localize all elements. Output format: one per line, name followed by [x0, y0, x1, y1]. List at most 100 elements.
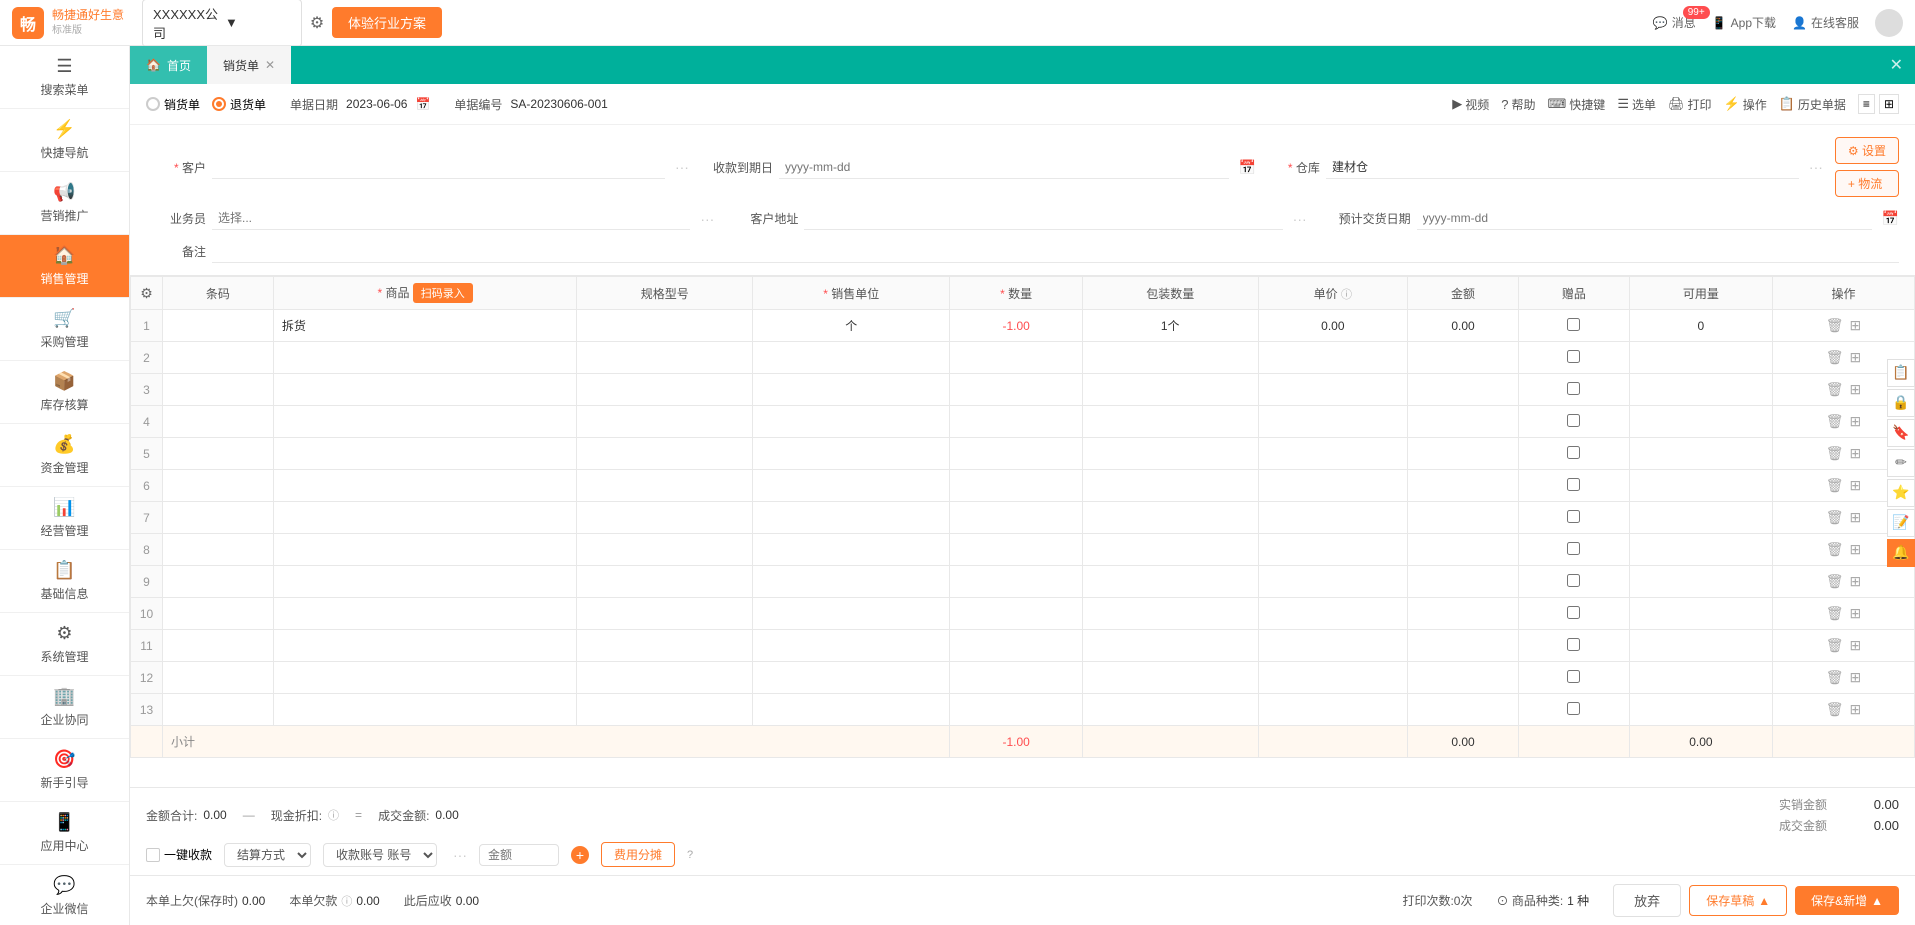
cell-amount[interactable]	[1408, 598, 1519, 630]
sidebar-item-ops[interactable]: 📊 经营管理	[0, 487, 129, 550]
cell-product[interactable]	[273, 598, 577, 630]
cell-unit[interactable]	[753, 566, 950, 598]
cell-amount[interactable]	[1408, 534, 1519, 566]
copy-icon[interactable]: ⊞	[1850, 637, 1862, 654]
cell-gift[interactable]	[1518, 310, 1629, 342]
float-btn-5[interactable]: ⭐	[1887, 479, 1915, 507]
cell-product[interactable]	[273, 662, 577, 694]
cell-amount[interactable]	[1408, 374, 1519, 406]
customer-addr-input[interactable]	[804, 207, 1282, 230]
cell-barcode[interactable]	[163, 310, 274, 342]
save-draft-dropdown-icon[interactable]: ▲	[1758, 894, 1770, 908]
sidebar-item-base[interactable]: 📋 基础信息	[0, 550, 129, 613]
logistics-button[interactable]: + 物流	[1835, 170, 1899, 197]
cell-gift[interactable]	[1518, 566, 1629, 598]
delete-icon[interactable]: 🗑	[1826, 573, 1844, 590]
cell-gift[interactable]	[1518, 630, 1629, 662]
delete-icon[interactable]: 🗑	[1826, 477, 1844, 494]
sidebar-item-marketing[interactable]: 📢 营销推广	[0, 172, 129, 235]
cell-barcode[interactable]	[163, 662, 274, 694]
copy-icon[interactable]: ⊞	[1850, 605, 1862, 622]
delivery-calendar-icon[interactable]: 📅	[1882, 210, 1899, 227]
sidebar-item-quick-nav[interactable]: ⚡ 快捷导航	[0, 109, 129, 172]
cell-product[interactable]	[273, 406, 577, 438]
cell-spec[interactable]	[577, 630, 753, 662]
delivery-date-input[interactable]	[1417, 207, 1872, 230]
cell-unit[interactable]	[753, 598, 950, 630]
cell-barcode[interactable]	[163, 566, 274, 598]
delete-icon[interactable]: 🗑	[1826, 541, 1844, 558]
th-settings[interactable]: ⚙	[131, 277, 163, 310]
delete-icon[interactable]: 🗑	[1826, 701, 1844, 718]
salesperson-input[interactable]	[212, 207, 690, 230]
cell-unit[interactable]	[753, 694, 950, 726]
cell-spec[interactable]	[577, 342, 753, 374]
float-btn-3[interactable]: 🔖	[1887, 419, 1915, 447]
sidebar-item-search-order[interactable]: ☰ 搜索菜单	[0, 46, 129, 109]
cell-gift[interactable]	[1518, 374, 1629, 406]
sidebar-item-wechat[interactable]: 💬 企业微信	[0, 865, 129, 925]
column-settings-icon[interactable]: ⚙	[140, 285, 153, 301]
cell-pkg-qty[interactable]	[1082, 438, 1258, 470]
float-btn-6[interactable]: 📝	[1887, 509, 1915, 537]
copy-icon[interactable]: ⊞	[1850, 573, 1862, 590]
cell-unit[interactable]	[753, 406, 950, 438]
cell-spec[interactable]	[577, 502, 753, 534]
cell-barcode[interactable]	[163, 374, 274, 406]
tab-close-icon[interactable]: ✕	[265, 58, 275, 72]
float-btn-orange[interactable]: 🔔	[1887, 539, 1915, 567]
expense-info-icon[interactable]: ?	[687, 849, 693, 861]
cell-unit-price[interactable]	[1258, 566, 1408, 598]
cell-gift[interactable]	[1518, 502, 1629, 534]
cell-product[interactable]	[273, 534, 577, 566]
warehouse-input[interactable]	[1326, 156, 1799, 179]
float-btn-1[interactable]: 📋	[1887, 359, 1915, 387]
cell-amount[interactable]	[1408, 438, 1519, 470]
warehouse-more-icon[interactable]: ···	[1809, 159, 1823, 175]
delete-icon[interactable]: 🗑	[1826, 445, 1844, 462]
copy-icon[interactable]: ⊞	[1850, 669, 1862, 686]
cell-qty[interactable]	[950, 630, 1082, 662]
app-download-button[interactable]: 📱 App下载	[1712, 14, 1776, 31]
cell-unit-price[interactable]	[1258, 406, 1408, 438]
date-calendar-icon[interactable]: 📅	[415, 97, 430, 111]
cell-unit[interactable]	[753, 534, 950, 566]
delete-icon[interactable]: 🗑	[1826, 605, 1844, 622]
delete-icon[interactable]: 🗑	[1826, 381, 1844, 398]
cell-spec[interactable]	[577, 662, 753, 694]
cell-barcode[interactable]	[163, 438, 274, 470]
unit-price-info-icon[interactable]: ⓘ	[1341, 289, 1352, 301]
sidebar-item-sales[interactable]: 🏠 销售管理	[0, 235, 129, 298]
cell-pkg-qty[interactable]	[1082, 374, 1258, 406]
add-button[interactable]: +	[571, 846, 589, 864]
cell-unit-price[interactable]	[1258, 342, 1408, 374]
cell-pkg-qty[interactable]	[1082, 598, 1258, 630]
cell-qty[interactable]	[950, 470, 1082, 502]
copy-icon[interactable]: ⊞	[1850, 381, 1862, 398]
cell-pkg-qty[interactable]	[1082, 502, 1258, 534]
company-selector[interactable]: XXXXXX公司 ▼	[142, 0, 302, 47]
cell-unit[interactable]: 个	[753, 310, 950, 342]
cell-amount[interactable]	[1408, 630, 1519, 662]
operate-link[interactable]: ⚡ 操作	[1724, 96, 1767, 113]
cell-qty[interactable]	[950, 662, 1082, 694]
amount-input[interactable]	[479, 844, 559, 866]
cell-barcode[interactable]	[163, 694, 274, 726]
cell-qty[interactable]: -1.00	[950, 310, 1082, 342]
cell-unit[interactable]	[753, 662, 950, 694]
sidebar-item-sys[interactable]: ⚙ 系统管理	[0, 613, 129, 676]
cell-unit-price[interactable]	[1258, 470, 1408, 502]
cell-unit[interactable]	[753, 342, 950, 374]
customer-addr-more-icon[interactable]: ···	[1293, 211, 1307, 227]
cell-qty[interactable]	[950, 694, 1082, 726]
cell-product[interactable]	[273, 342, 577, 374]
cell-unit-price[interactable]	[1258, 662, 1408, 694]
cell-spec[interactable]	[577, 598, 753, 630]
copy-icon[interactable]: ⊞	[1850, 445, 1862, 462]
setup-button[interactable]: ⚙ 设置	[1835, 137, 1899, 164]
cell-spec[interactable]	[577, 438, 753, 470]
cell-product[interactable]	[273, 694, 577, 726]
discard-button[interactable]: 放弃	[1613, 884, 1681, 917]
online-service-button[interactable]: 👤 在线客服	[1792, 14, 1859, 31]
cell-amount[interactable]	[1408, 470, 1519, 502]
